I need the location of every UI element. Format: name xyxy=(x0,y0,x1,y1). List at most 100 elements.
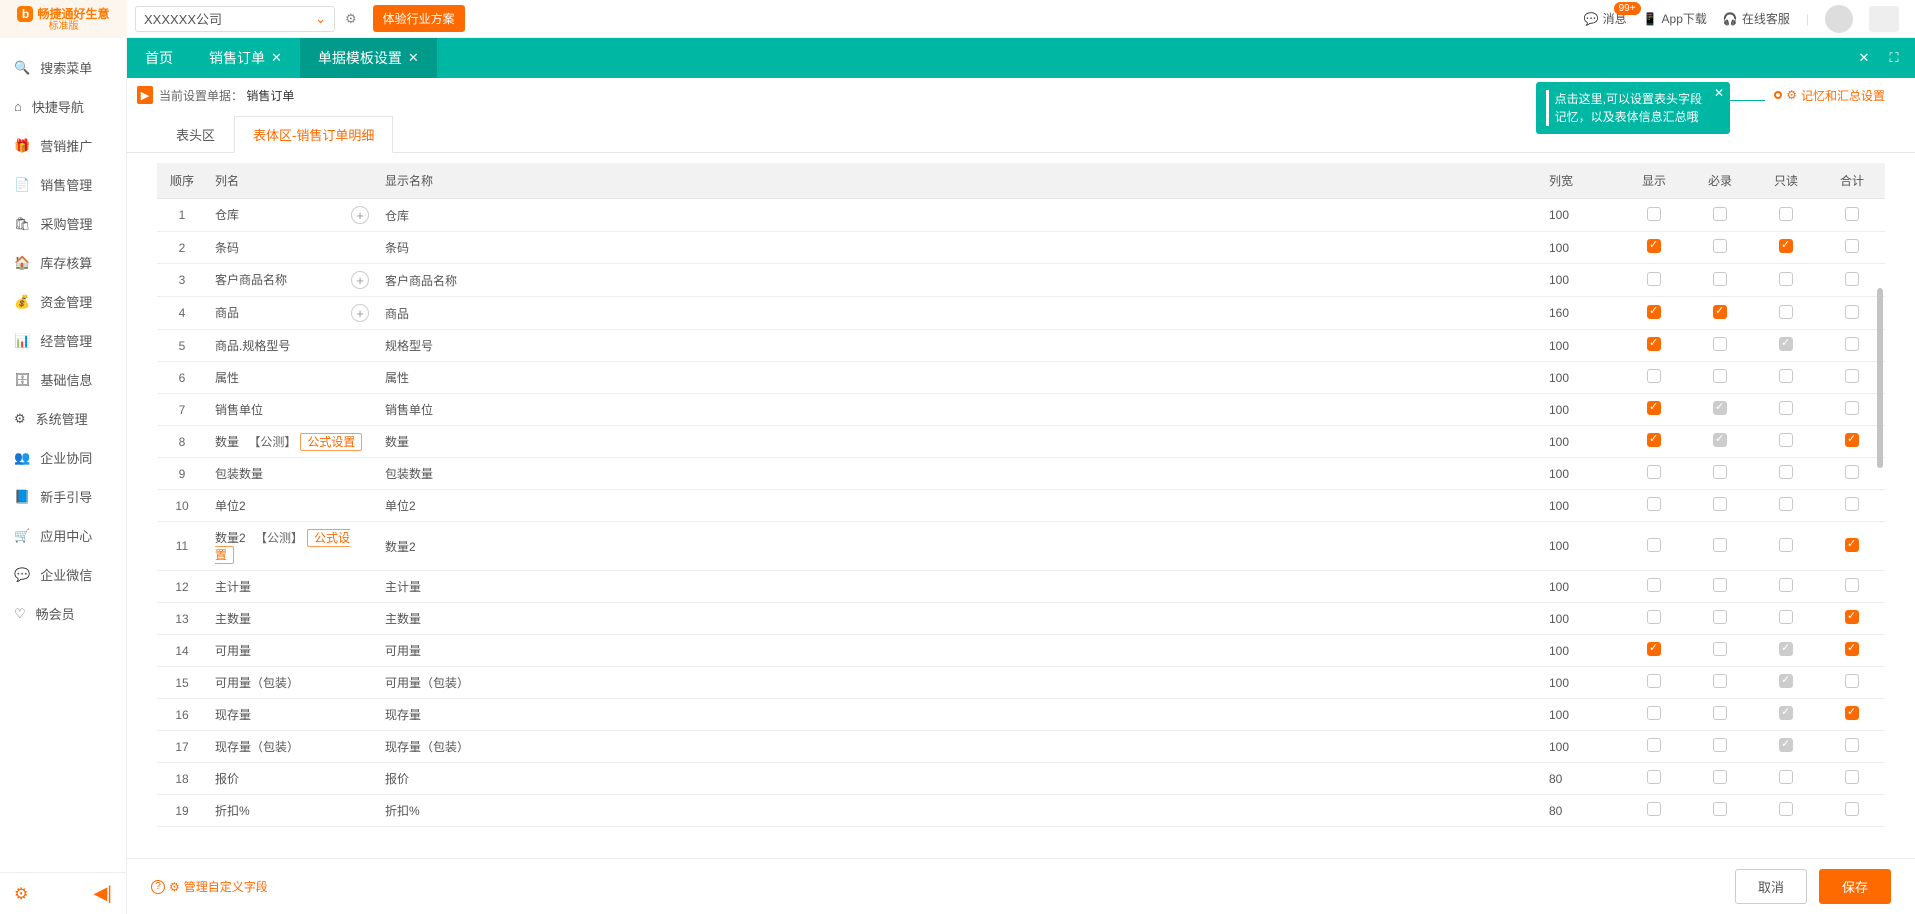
add-column-icon[interactable]: + xyxy=(351,271,369,289)
row-display[interactable]: 现存量 xyxy=(377,699,1541,731)
subtab-表体区-销售订单明细[interactable]: 表体区-销售订单明细 xyxy=(234,116,393,153)
row-width[interactable]: 100 xyxy=(1541,635,1621,667)
row-colname[interactable]: 主数量 xyxy=(207,603,377,635)
row-colname[interactable]: 数量 【公测】公式设置 xyxy=(207,426,377,458)
required-checkbox[interactable] xyxy=(1713,369,1727,383)
show-checkbox[interactable] xyxy=(1647,674,1661,688)
nav-item-db[interactable]: 🗄 基础信息 xyxy=(0,360,126,399)
row-display[interactable]: 主数量 xyxy=(377,603,1541,635)
fields-table-wrap[interactable]: 顺序 列名 显示名称 列宽 显示 必录 只读 合计 1 仓库 + xyxy=(127,153,1915,858)
sum-checkbox[interactable] xyxy=(1845,578,1859,592)
row-colname[interactable]: 商品 + xyxy=(207,297,377,330)
show-checkbox[interactable] xyxy=(1647,305,1661,319)
nav-item-doc[interactable]: 📄 销售管理 xyxy=(0,165,126,204)
row-colname[interactable]: 包装数量 xyxy=(207,458,377,490)
row-display[interactable]: 现存量（包装） xyxy=(377,731,1541,763)
row-width[interactable]: 100 xyxy=(1541,603,1621,635)
required-checkbox[interactable] xyxy=(1713,239,1727,253)
nav-item-vip[interactable]: ♡ 畅会员 xyxy=(0,594,126,633)
nav-item-team[interactable]: 👥 企业协同 xyxy=(0,438,126,477)
row-width[interactable]: 100 xyxy=(1541,699,1621,731)
row-width[interactable]: 100 xyxy=(1541,458,1621,490)
row-width[interactable]: 100 xyxy=(1541,394,1621,426)
collapse-nav-icon[interactable]: ◀| xyxy=(93,883,112,904)
required-checkbox[interactable] xyxy=(1713,738,1727,752)
show-checkbox[interactable] xyxy=(1647,738,1661,752)
online-service-link[interactable]: 🎧 在线客服 xyxy=(1723,10,1790,27)
readonly-checkbox[interactable] xyxy=(1779,610,1793,624)
readonly-checkbox[interactable] xyxy=(1779,465,1793,479)
sum-checkbox[interactable] xyxy=(1845,239,1859,253)
readonly-checkbox[interactable] xyxy=(1779,272,1793,286)
row-width[interactable]: 100 xyxy=(1541,571,1621,603)
row-display[interactable]: 属性 xyxy=(377,362,1541,394)
row-colname[interactable]: 仓库 + xyxy=(207,199,377,232)
show-checkbox[interactable] xyxy=(1647,642,1661,656)
app-download-link[interactable]: 📱 App下载 xyxy=(1643,10,1707,27)
row-display[interactable]: 数量2 xyxy=(377,522,1541,571)
show-checkbox[interactable] xyxy=(1647,578,1661,592)
show-checkbox[interactable] xyxy=(1647,272,1661,286)
add-column-icon[interactable]: + xyxy=(351,304,369,322)
show-checkbox[interactable] xyxy=(1647,401,1661,415)
nav-item-home[interactable]: ⌂ 快捷导航 xyxy=(0,87,126,126)
row-colname[interactable]: 折扣% xyxy=(207,795,377,827)
show-checkbox[interactable] xyxy=(1647,369,1661,383)
tab-close-icon[interactable]: ✕ xyxy=(271,50,282,66)
readonly-checkbox[interactable] xyxy=(1779,239,1793,253)
row-colname[interactable]: 单位2 xyxy=(207,490,377,522)
row-colname[interactable]: 属性 xyxy=(207,362,377,394)
row-colname[interactable]: 现存量（包装） xyxy=(207,731,377,763)
settings-gear-icon[interactable]: ⚙ xyxy=(345,11,357,27)
sum-checkbox[interactable] xyxy=(1845,272,1859,286)
footer-gear-icon[interactable]: ⚙ xyxy=(14,884,28,904)
row-display[interactable]: 数量 xyxy=(377,426,1541,458)
required-checkbox[interactable] xyxy=(1713,770,1727,784)
required-checkbox[interactable] xyxy=(1713,802,1727,816)
company-selector[interactable]: XXXXXX公司 ⌄ xyxy=(135,6,335,32)
row-width[interactable]: 100 xyxy=(1541,330,1621,362)
required-checkbox[interactable] xyxy=(1713,207,1727,221)
tab-单据模板设置[interactable]: 单据模板设置 ✕ xyxy=(300,38,437,78)
sum-checkbox[interactable] xyxy=(1845,369,1859,383)
close-all-icon[interactable]: ✕ xyxy=(1855,50,1873,66)
nav-item-search[interactable]: 🔍 搜索菜单 xyxy=(0,48,126,87)
row-width[interactable]: 100 xyxy=(1541,426,1621,458)
panel-toggle-icon[interactable]: ▶ xyxy=(137,86,153,104)
required-checkbox[interactable] xyxy=(1713,538,1727,552)
hint-close-icon[interactable]: ✕ xyxy=(1714,86,1724,100)
row-width[interactable]: 100 xyxy=(1541,362,1621,394)
row-width[interactable]: 100 xyxy=(1541,490,1621,522)
required-checkbox[interactable] xyxy=(1713,337,1727,351)
row-width[interactable]: 80 xyxy=(1541,763,1621,795)
experience-plan-button[interactable]: 体验行业方案 xyxy=(373,5,465,32)
show-checkbox[interactable] xyxy=(1647,706,1661,720)
sum-checkbox[interactable] xyxy=(1845,497,1859,511)
sum-checkbox[interactable] xyxy=(1845,401,1859,415)
show-checkbox[interactable] xyxy=(1647,538,1661,552)
nav-item-house[interactable]: 🏠 库存核算 xyxy=(0,243,126,282)
readonly-checkbox[interactable] xyxy=(1779,207,1793,221)
readonly-checkbox[interactable] xyxy=(1779,433,1793,447)
row-display[interactable]: 规格型号 xyxy=(377,330,1541,362)
sum-checkbox[interactable] xyxy=(1845,642,1859,656)
sum-checkbox[interactable] xyxy=(1845,207,1859,221)
nav-item-apps[interactable]: 🛒 应用中心 xyxy=(0,516,126,555)
show-checkbox[interactable] xyxy=(1647,770,1661,784)
required-checkbox[interactable] xyxy=(1713,465,1727,479)
save-button[interactable]: 保存 xyxy=(1819,869,1891,904)
sum-checkbox[interactable] xyxy=(1845,538,1859,552)
row-colname[interactable]: 销售单位 xyxy=(207,394,377,426)
sum-checkbox[interactable] xyxy=(1845,674,1859,688)
add-column-icon[interactable]: + xyxy=(351,206,369,224)
nav-item-gift[interactable]: 🎁 营销推广 xyxy=(0,126,126,165)
readonly-checkbox[interactable] xyxy=(1779,497,1793,511)
row-width[interactable]: 100 xyxy=(1541,522,1621,571)
row-colname[interactable]: 可用量（包装） xyxy=(207,667,377,699)
required-checkbox[interactable] xyxy=(1713,305,1727,319)
subtab-表头区[interactable]: 表头区 xyxy=(157,116,234,152)
row-display[interactable]: 单位2 xyxy=(377,490,1541,522)
show-checkbox[interactable] xyxy=(1647,497,1661,511)
row-width[interactable]: 100 xyxy=(1541,199,1621,232)
sum-checkbox[interactable] xyxy=(1845,610,1859,624)
